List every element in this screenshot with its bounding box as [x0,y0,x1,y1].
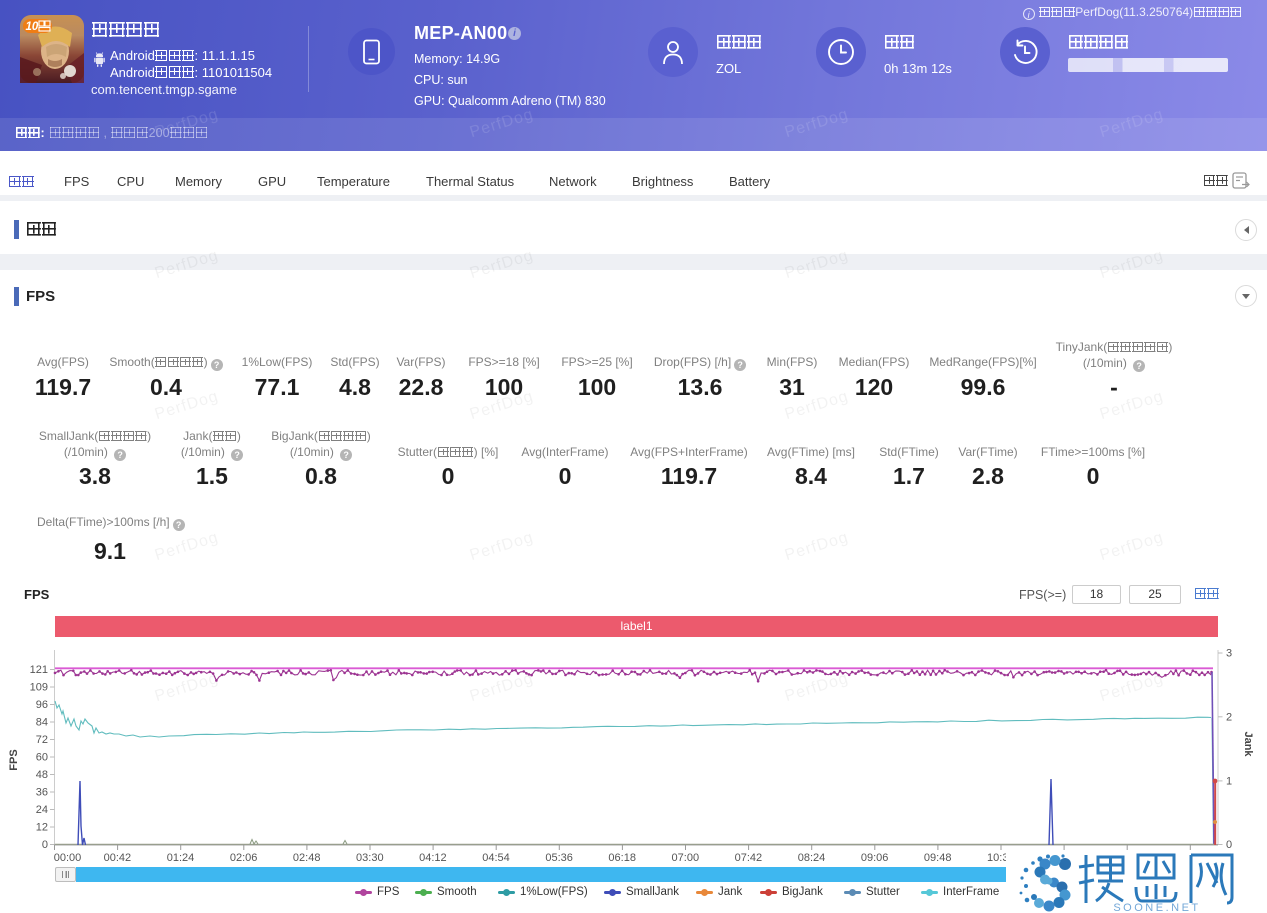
svg-text:Jank: Jank [1242,731,1254,757]
svg-text:03:30: 03:30 [356,852,384,864]
svg-text:04:54: 04:54 [482,852,510,864]
svg-text:36: 36 [36,787,48,799]
svg-text:84: 84 [36,717,48,729]
svg-text:06:18: 06:18 [608,852,636,864]
svg-text:01:24: 01:24 [167,852,195,864]
svg-text:09:06: 09:06 [861,852,889,864]
svg-text:04:12: 04:12 [419,852,447,864]
svg-text:24: 24 [36,804,48,816]
svg-text:07:00: 07:00 [672,852,700,864]
svg-text:00:00: 00:00 [54,852,82,864]
svg-text:02:48: 02:48 [293,852,321,864]
svg-text:12: 12 [36,822,48,834]
svg-text:0: 0 [1226,839,1232,851]
svg-text:72: 72 [36,734,48,746]
svg-text:FPS: FPS [8,749,20,770]
svg-text:60: 60 [36,752,48,764]
svg-text:109: 109 [30,682,48,694]
svg-text:07:42: 07:42 [735,852,763,864]
svg-text:02:06: 02:06 [230,852,258,864]
svg-text:2: 2 [1226,711,1232,723]
svg-text:0: 0 [42,839,48,851]
svg-text:3: 3 [1226,648,1232,660]
svg-text:SOONE.NET: SOONE.NET [1113,902,1200,913]
svg-text:09:48: 09:48 [924,852,952,864]
svg-text:08:24: 08:24 [798,852,826,864]
svg-text:48: 48 [36,769,48,781]
svg-text:121: 121 [30,664,48,676]
svg-text:1: 1 [1226,775,1232,787]
svg-text:96: 96 [36,699,48,711]
svg-text:05:36: 05:36 [545,852,573,864]
svg-text:00:42: 00:42 [104,852,132,864]
